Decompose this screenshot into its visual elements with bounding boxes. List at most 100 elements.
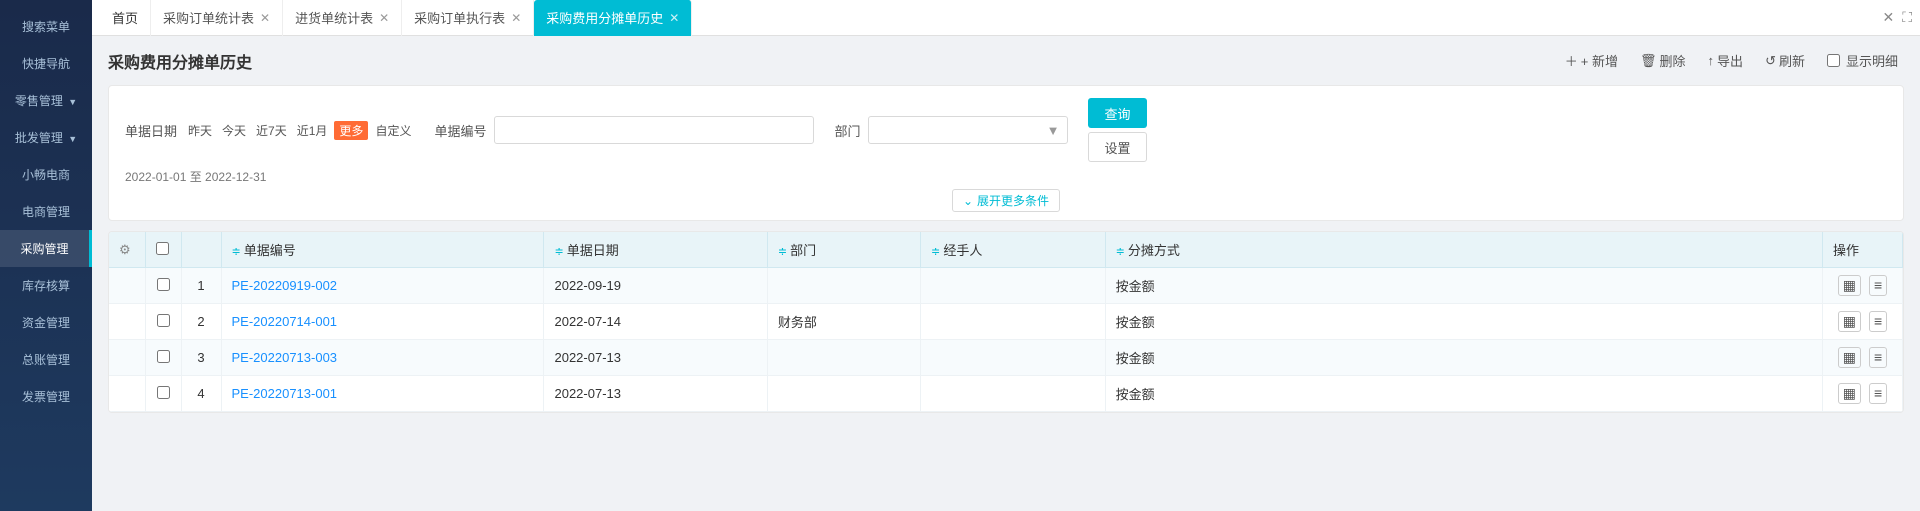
td-doc-no: PE-20220714-001 xyxy=(221,304,544,340)
shortcut-7days[interactable]: 近7天 xyxy=(253,121,290,140)
export-button[interactable]: ↑ 导出 xyxy=(1702,48,1750,73)
show-detail-checkbox[interactable] xyxy=(1827,54,1840,67)
sidebar-item-accounting[interactable]: 总账管理 xyxy=(0,341,92,378)
date-shortcuts: 昨天 今天 近7天 近1月 更多 自定义 xyxy=(185,121,414,140)
select-all-checkbox[interactable] xyxy=(156,242,169,255)
edit-icon[interactable]: ▦ xyxy=(1838,347,1861,368)
shortcut-custom[interactable]: 自定义 xyxy=(372,121,414,140)
settings-button[interactable]: 设置 xyxy=(1088,132,1146,162)
expand-conditions-button[interactable]: ⌄ 展开更多条件 xyxy=(952,189,1060,212)
date-field: 单据日期 昨天 今天 近7天 近1月 更多 自定义 xyxy=(125,121,414,140)
sidebar-item-invoice[interactable]: 发票管理 xyxy=(0,378,92,415)
sidebar-item-inventory[interactable]: 库存核算 xyxy=(0,267,92,304)
table-body: 1 PE-20220919-002 2022-09-19 按金额 ▦ ≡ 2 P… xyxy=(109,268,1903,412)
td-num: 2 xyxy=(181,304,221,340)
th-doc-no[interactable]: 单据编号 xyxy=(221,232,544,268)
close-icon[interactable]: ✕ xyxy=(260,12,270,24)
doc-no-link[interactable]: PE-20220714-001 xyxy=(232,314,338,329)
td-handler xyxy=(921,376,1106,412)
sidebar-item-purchase[interactable]: 采购管理 xyxy=(0,230,92,267)
th-dept[interactable]: 部门 xyxy=(767,232,920,268)
close-icon[interactable]: ✕ xyxy=(379,12,389,24)
sidebar-item-label: 快捷导航 xyxy=(4,55,88,72)
tab-home[interactable]: 首页 xyxy=(100,0,151,36)
sidebar-item-search[interactable]: 搜索菜单 xyxy=(0,8,92,45)
more-icon[interactable]: ≡ xyxy=(1869,275,1887,296)
add-button[interactable]: ＋ + 新增 xyxy=(1559,48,1624,73)
row-checkbox[interactable] xyxy=(157,314,170,327)
more-icon[interactable]: ≡ xyxy=(1869,347,1887,368)
doc-no-link[interactable]: PE-20220713-003 xyxy=(232,350,338,365)
th-alloc-method[interactable]: 分摊方式 xyxy=(1105,232,1822,268)
sidebar-item-retail[interactable]: 零售管理 ▼ xyxy=(0,82,92,119)
td-doc-no: PE-20220919-002 xyxy=(221,268,544,304)
tab-purchase-cost-history[interactable]: 采购费用分摊单历史 ✕ xyxy=(534,0,692,36)
sidebar-item-label: 零售管理 ▼ xyxy=(4,92,88,109)
doc-no-link[interactable]: PE-20220919-002 xyxy=(232,278,338,293)
main-area: 首页 采购订单统计表 ✕ 进货单统计表 ✕ 采购订单执行表 ✕ 采购费用分摊单历… xyxy=(92,0,1920,511)
td-checkbox xyxy=(145,304,181,340)
sidebar-item-ecom[interactable]: 电商管理 xyxy=(0,193,92,230)
sidebar-item-finance[interactable]: 资金管理 xyxy=(0,304,92,341)
td-handler xyxy=(921,268,1106,304)
gear-icon[interactable]: ⚙ xyxy=(119,242,131,257)
sidebar-item-wholesale[interactable]: 批发管理 ▼ xyxy=(0,119,92,156)
tab-purchase-order-stat[interactable]: 采购订单统计表 ✕ xyxy=(151,0,283,36)
refresh-button[interactable]: ↺ 刷新 xyxy=(1759,48,1811,73)
table-row: 4 PE-20220713-001 2022-07-13 按金额 ▦ ≡ xyxy=(109,376,1903,412)
sidebar-item-label: 资金管理 xyxy=(4,314,88,331)
tab-bar: 首页 采购订单统计表 ✕ 进货单统计表 ✕ 采购订单执行表 ✕ 采购费用分摊单历… xyxy=(92,0,1920,36)
td-num: 1 xyxy=(181,268,221,304)
show-detail-button[interactable]: 显示明细 xyxy=(1821,48,1904,73)
edit-icon[interactable]: ▦ xyxy=(1838,275,1861,296)
td-alloc-method: 按金额 xyxy=(1105,268,1822,304)
doc-no-link[interactable]: PE-20220713-001 xyxy=(232,386,338,401)
shortcut-1month[interactable]: 近1月 xyxy=(294,121,331,140)
page-header: 采购费用分摊单历史 ＋ + 新增 🗑 删除 ↑ 导出 ↺ 刷新 xyxy=(108,48,1904,73)
td-num: 4 xyxy=(181,376,221,412)
shortcut-today[interactable]: 今天 xyxy=(219,121,249,140)
delete-button[interactable]: 🗑 删除 xyxy=(1634,48,1692,73)
row-checkbox[interactable] xyxy=(157,386,170,399)
sidebar-item-quick-nav[interactable]: 快捷导航 xyxy=(0,45,92,82)
sidebar-item-label: 总账管理 xyxy=(4,351,88,368)
row-checkbox[interactable] xyxy=(157,350,170,363)
tab-purchase-in-stat[interactable]: 进货单统计表 ✕ xyxy=(283,0,402,36)
shortcut-more[interactable]: 更多 xyxy=(334,121,368,140)
sidebar-item-label: 库存核算 xyxy=(4,277,88,294)
td-settings xyxy=(109,340,145,376)
data-table: ⚙ 单据编号 单据日期 部门 经手人 分摊方式 操作 xyxy=(109,232,1903,412)
maximize-icon[interactable]: ⛶ xyxy=(1902,9,1912,26)
close-icon[interactable]: ✕ xyxy=(669,12,679,24)
shortcut-yesterday[interactable]: 昨天 xyxy=(185,121,215,140)
td-alloc-method: 按金额 xyxy=(1105,304,1822,340)
sidebar-item-mini-shop[interactable]: 小畅电商 xyxy=(0,156,92,193)
td-actions: ▦ ≡ xyxy=(1823,376,1903,412)
search-button[interactable]: 查询 xyxy=(1088,98,1146,128)
td-dept xyxy=(767,268,920,304)
dept-field: 部门 ▼ xyxy=(834,116,1068,144)
th-actions: 操作 xyxy=(1823,232,1903,268)
td-doc-date: 2022-07-13 xyxy=(544,376,767,412)
tab-label: 采购订单统计表 xyxy=(163,8,254,27)
td-checkbox xyxy=(145,376,181,412)
chevron-down-icon: ▼ xyxy=(1047,123,1060,138)
edit-icon[interactable]: ▦ xyxy=(1838,311,1861,332)
edit-icon[interactable]: ▦ xyxy=(1838,383,1861,404)
td-actions: ▦ ≡ xyxy=(1823,340,1903,376)
more-icon[interactable]: ≡ xyxy=(1869,311,1887,332)
doc-num-input[interactable] xyxy=(494,116,814,144)
more-icon[interactable]: ≡ xyxy=(1869,383,1887,404)
th-doc-date[interactable]: 单据日期 xyxy=(544,232,767,268)
table-row: 2 PE-20220714-001 2022-07-14 财务部 按金额 ▦ ≡ xyxy=(109,304,1903,340)
td-alloc-method: 按金额 xyxy=(1105,340,1822,376)
dept-select[interactable]: ▼ xyxy=(868,116,1068,144)
th-handler[interactable]: 经手人 xyxy=(921,232,1106,268)
td-doc-date: 2022-07-13 xyxy=(544,340,767,376)
td-checkbox xyxy=(145,268,181,304)
tab-purchase-order-exec[interactable]: 采购订单执行表 ✕ xyxy=(402,0,534,36)
close-all-icon[interactable]: ✕ xyxy=(1882,9,1894,26)
expand-row: ⌄ 展开更多条件 xyxy=(125,189,1887,212)
row-checkbox[interactable] xyxy=(157,278,170,291)
close-icon[interactable]: ✕ xyxy=(511,12,521,24)
